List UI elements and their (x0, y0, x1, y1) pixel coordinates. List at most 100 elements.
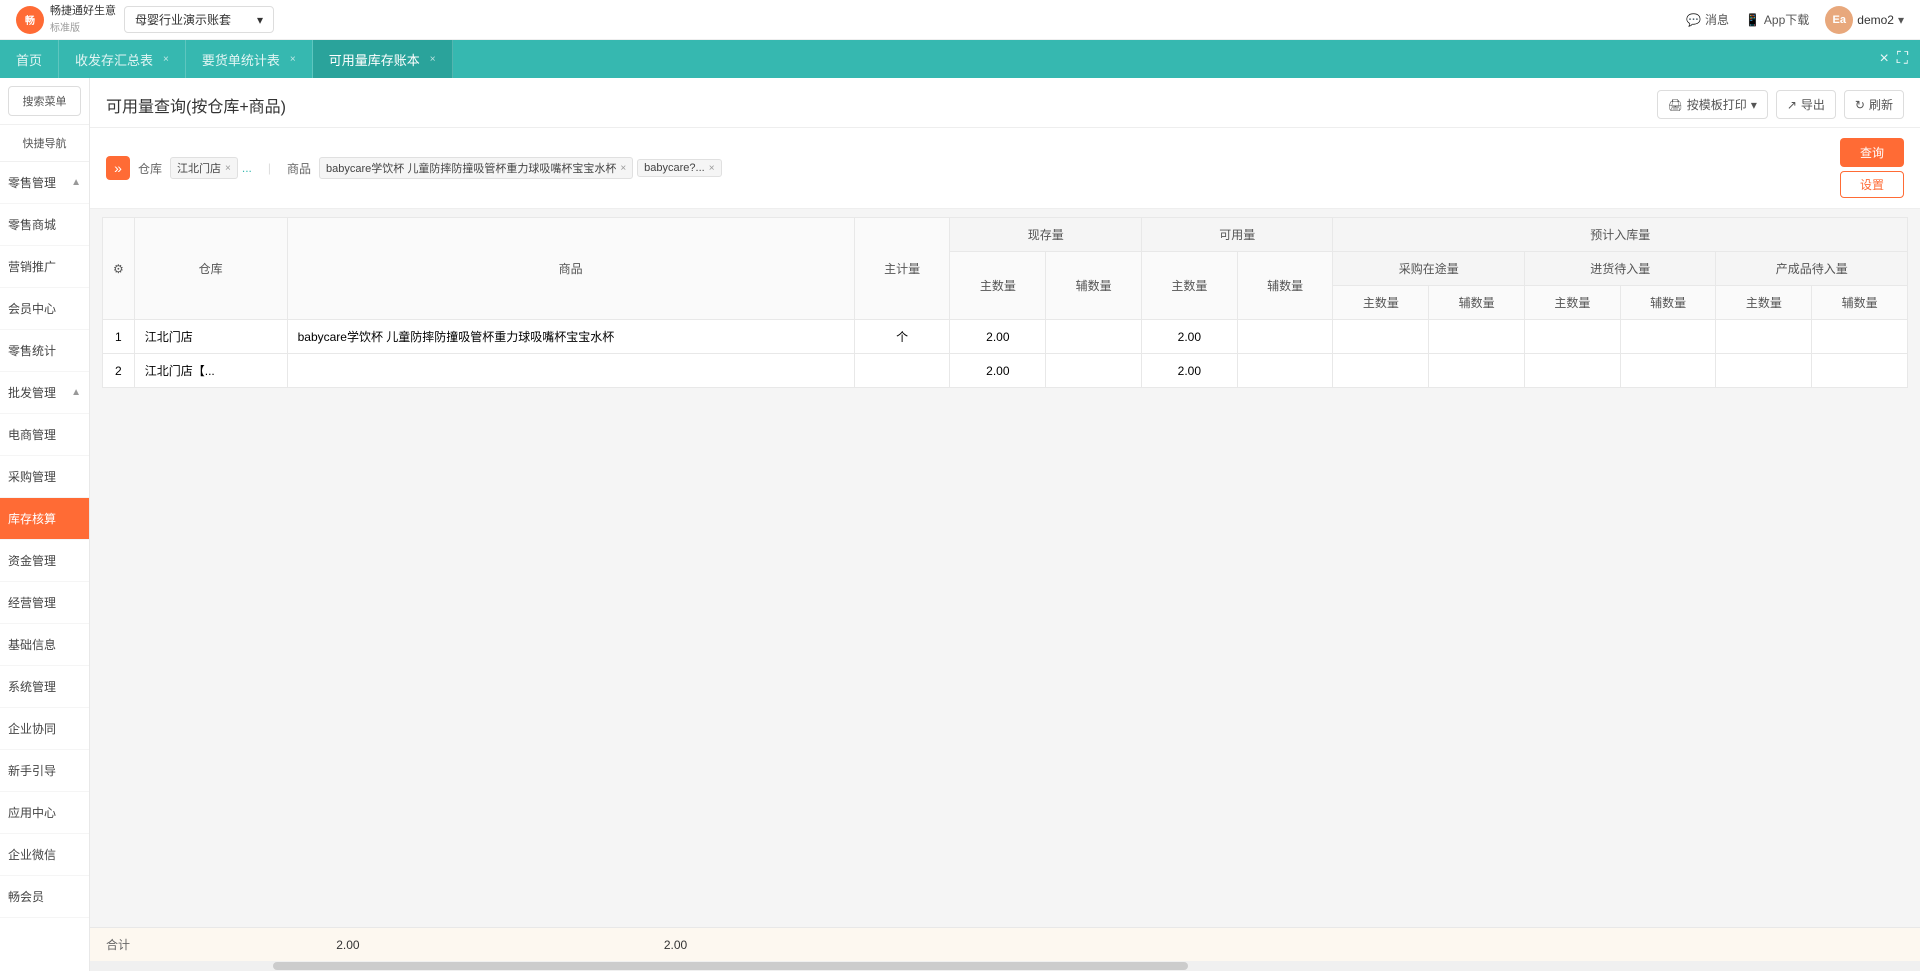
row1-product: babycare学饮杯 儿童防摔防撞吸管杯重力球吸嘴杯宝宝水杯 (287, 320, 854, 354)
avatar: Ea (1825, 6, 1853, 34)
sidebar-ecommerce-label: 电商管理 (8, 426, 56, 443)
row1-unit: 个 (854, 320, 950, 354)
app-download-btn[interactable]: 📱 App下载 (1745, 11, 1809, 28)
sidebar-marketing-label: 营销推广 (8, 258, 56, 275)
sidebar-search-area: 搜索菜单 (0, 78, 89, 125)
th-pt-main: 主数量 (1333, 286, 1429, 320)
sidebar-item-retail-mgmt[interactable]: 零售管理 ▲ (0, 162, 89, 204)
logo-area: 畅 畅捷通好生意 标准版 (16, 5, 116, 33)
tab-income-close[interactable]: × (163, 54, 169, 65)
product-tag1[interactable]: babycare学饮杯 儿童防摔防撞吸管杯重力球吸嘴杯宝宝水杯 × (319, 157, 633, 179)
warehouse-tag-remove[interactable]: × (225, 163, 231, 174)
tab-available-close[interactable]: × (430, 54, 436, 65)
logo-sub: 标准版 (50, 19, 116, 34)
row2-available-main: 2.00 (1141, 354, 1237, 388)
footer-available-aux (757, 938, 921, 952)
user-dropdown-icon: ▾ (1898, 13, 1904, 27)
logo-icon: 畅 (16, 6, 44, 34)
user-area[interactable]: Ea demo2 ▾ (1825, 6, 1904, 34)
filter-actions: 查询 设置 (1840, 138, 1904, 198)
scroll-bar-thumb[interactable] (273, 962, 1188, 970)
print-btn[interactable]: 🖨 按模板打印 ▾ (1657, 90, 1768, 119)
refresh-btn[interactable]: ↻ 刷新 (1844, 90, 1904, 119)
data-table: ⚙ 仓库 商品 主计量 现存量 可用量 预计入库量 主数量 辅数量 主数量 辅数… (102, 217, 1908, 388)
sidebar-item-operations[interactable]: 经营管理 (0, 582, 89, 624)
row2-pi-main (1524, 354, 1620, 388)
sidebar-quick-nav[interactable]: 快捷导航 (0, 125, 89, 162)
sidebar-item-ecommerce[interactable]: 电商管理 (0, 414, 89, 456)
top-bar-right: 💬 消息 📱 App下载 Ea demo2 ▾ (1686, 6, 1904, 34)
sidebar-item-enterprise[interactable]: 企业协同 (0, 708, 89, 750)
sidebar-item-enterprise-wechat[interactable]: 企业微信 (0, 834, 89, 876)
filter-divider: | (268, 161, 271, 175)
sidebar-item-system[interactable]: 系统管理 (0, 666, 89, 708)
th-purchase-inbound: 进货待入量 (1524, 252, 1716, 286)
page-title: 可用量查询(按仓库+商品) (106, 93, 286, 117)
app-icon: 📱 (1745, 13, 1760, 27)
sidebar-item-retail-store[interactable]: 零售商城 (0, 204, 89, 246)
row2-product (287, 354, 854, 388)
th-purchase-transit: 采购在途量 (1333, 252, 1525, 286)
query-btn[interactable]: 查询 (1840, 138, 1904, 167)
export-btn[interactable]: ↗ 导出 (1776, 90, 1836, 119)
message-label: 消息 (1705, 11, 1729, 28)
sidebar-item-basic-info[interactable]: 基础信息 (0, 624, 89, 666)
row1-pt-main (1333, 320, 1429, 354)
tab-order-close[interactable]: × (290, 54, 296, 65)
warehouse-filter-label: 仓库 (138, 160, 162, 177)
sidebar-item-retail-stats[interactable]: 零售统计 (0, 330, 89, 372)
table-container[interactable]: ⚙ 仓库 商品 主计量 现存量 可用量 预计入库量 主数量 辅数量 主数量 辅数… (90, 209, 1920, 927)
sidebar-retail-stats-label: 零售统计 (8, 342, 56, 359)
product-tag2-remove[interactable]: × (709, 163, 715, 174)
product-tag2-value: babycare?... (644, 162, 705, 174)
footer-pt-main (921, 938, 1085, 952)
scroll-bar-area[interactable] (90, 961, 1920, 971)
warehouse-tags: 江北门店 × ... (170, 157, 252, 179)
sidebar-operations-label: 经营管理 (8, 594, 56, 611)
refresh-label: 刷新 (1869, 96, 1893, 113)
template-selector[interactable]: 母婴行业演示账套 ▾ (124, 6, 274, 33)
message-btn[interactable]: 💬 消息 (1686, 11, 1729, 28)
sidebar-item-member-center[interactable]: 会员中心 (0, 288, 89, 330)
filter-expand-btn[interactable]: » (106, 156, 130, 180)
sidebar-item-new-guide[interactable]: 新手引导 (0, 750, 89, 792)
sidebar-item-finance[interactable]: 资金管理 (0, 540, 89, 582)
th-pt-aux: 辅数量 (1429, 286, 1525, 320)
sidebar-item-wholesale[interactable]: 批发管理 ▲ (0, 372, 89, 414)
sidebar-item-marketing[interactable]: 营销推广 (0, 246, 89, 288)
tab-home[interactable]: 首页 (0, 40, 59, 78)
footer-available-main: 2.00 (594, 938, 758, 952)
tab-order-stats[interactable]: 要货单统计表 × (186, 40, 313, 78)
footer-pt-aux (1085, 938, 1249, 952)
product-tag1-remove[interactable]: × (620, 163, 626, 174)
sidebar-item-app-center[interactable]: 应用中心 (0, 792, 89, 834)
warehouse-more[interactable]: ... (242, 161, 252, 175)
sidebar-item-inventory[interactable]: 库存核算 (0, 498, 89, 540)
close-all-btn[interactable]: × (1879, 50, 1888, 68)
th-current-main: 主数量 (950, 252, 1046, 320)
setting-btn[interactable]: 设置 (1840, 171, 1904, 198)
app-download-label: App下载 (1764, 11, 1809, 28)
th-pi-main: 主数量 (1524, 286, 1620, 320)
content-area: 可用量查询(按仓库+商品) 🖨 按模板打印 ▾ ↗ 导出 ↻ 刷新 » (90, 78, 1920, 971)
tab-income-summary[interactable]: 收发存汇总表 × (59, 40, 186, 78)
tab-available-label: 可用量库存账本 (329, 50, 420, 69)
expand-btn[interactable]: ⛶ (1897, 50, 1908, 68)
row2-unit (854, 354, 950, 388)
tab-available-stock[interactable]: 可用量库存账本 × (313, 40, 453, 78)
logo-text-area: 畅捷通好生意 标准版 (50, 5, 116, 33)
sidebar-inventory-label: 库存核算 (8, 510, 56, 527)
sidebar-item-purchase[interactable]: 采购管理 (0, 456, 89, 498)
settings-icon[interactable]: ⚙ (113, 262, 124, 276)
sidebar-search-btn[interactable]: 搜索菜单 (8, 86, 81, 116)
product-tag2[interactable]: babycare?... × (637, 159, 721, 177)
th-forecast-inbound: 预计入库量 (1333, 218, 1908, 252)
footer-proi-aux (1740, 938, 1904, 952)
footer-current-main: 2.00 (266, 938, 430, 952)
warehouse-tag[interactable]: 江北门店 × (170, 157, 238, 179)
main-layout: 搜索菜单 快捷导航 零售管理 ▲ 零售商城 营销推广 会员中心 零售统计 批发管… (0, 78, 1920, 971)
sidebar-item-member[interactable]: 畅会员 (0, 876, 89, 918)
export-label: 导出 (1801, 96, 1825, 113)
th-product: 商品 (287, 218, 854, 320)
th-settings[interactable]: ⚙ (103, 218, 135, 320)
